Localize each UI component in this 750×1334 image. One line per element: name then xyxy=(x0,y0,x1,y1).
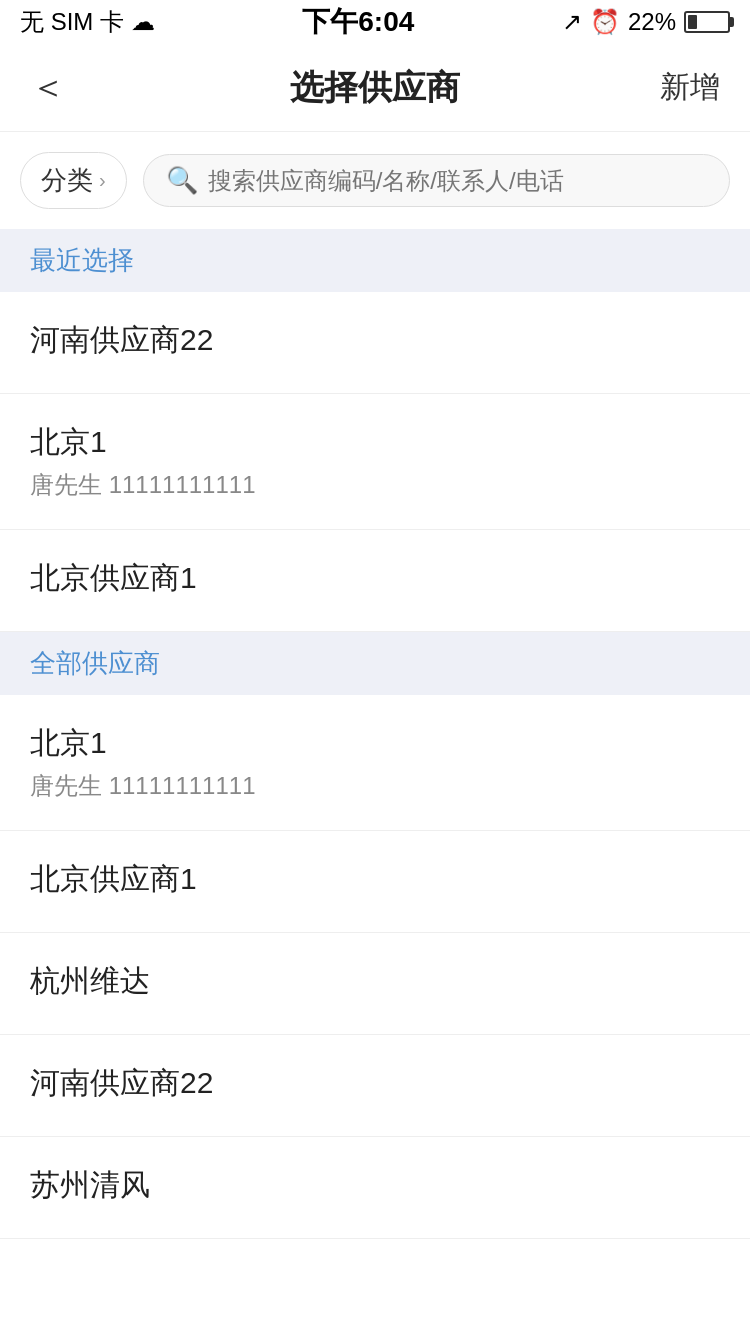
category-label: 分类 xyxy=(41,163,93,198)
supplier-name: 河南供应商22 xyxy=(30,1063,720,1104)
supplier-list: 最近选择河南供应商22 北京1 唐先生 11111111111 北京供应商1 全部供应商… xyxy=(0,229,750,1239)
supplier-name: 北京1 xyxy=(30,422,720,463)
list-item[interactable]: 河南供应商22 xyxy=(0,1035,750,1137)
list-item[interactable]: 北京供应商1 xyxy=(0,831,750,933)
status-time: 下午6:04 xyxy=(302,3,414,41)
list-item[interactable]: 杭州维达 xyxy=(0,933,750,1035)
sim-status: 无 SIM 卡 ☁ xyxy=(20,6,155,38)
chevron-icon: › xyxy=(99,169,106,192)
list-item[interactable]: 北京1 唐先生 11111111111 xyxy=(0,394,750,530)
list-item[interactable]: 北京1 唐先生 11111111111 xyxy=(0,695,750,831)
location-icon: ↗ xyxy=(562,8,582,36)
supplier-name: 杭州维达 xyxy=(30,961,720,1002)
list-item[interactable]: 北京供应商1 xyxy=(0,530,750,632)
supplier-name: 北京供应商1 xyxy=(30,558,720,599)
search-box[interactable]: 🔍 xyxy=(143,154,730,207)
status-bar: 无 SIM 卡 ☁ 下午6:04 ↗ ⏰ 22% xyxy=(0,0,750,44)
nav-bar: ＜ 选择供应商 新增 xyxy=(0,44,750,132)
supplier-name: 河南供应商22 xyxy=(30,320,720,361)
page-title: 选择供应商 xyxy=(290,65,460,111)
status-left: 无 SIM 卡 ☁ xyxy=(20,6,155,38)
section-header-all: 全部供应商 xyxy=(0,632,750,695)
back-button[interactable]: ＜ xyxy=(30,63,90,112)
supplier-name: 北京1 xyxy=(30,723,720,764)
status-right: ↗ ⏰ 22% xyxy=(562,8,730,36)
search-icon: 🔍 xyxy=(166,165,198,196)
battery-percent: 22% xyxy=(628,8,676,36)
supplier-name: 苏州清风 xyxy=(30,1165,720,1206)
supplier-contact: 唐先生 11111111111 xyxy=(30,469,720,501)
list-item[interactable]: 河南供应商22 xyxy=(0,292,750,394)
supplier-contact: 唐先生 11111111111 xyxy=(30,770,720,802)
alarm-icon: ⏰ xyxy=(590,8,620,36)
search-input[interactable] xyxy=(208,167,707,195)
list-item[interactable]: 苏州清风 xyxy=(0,1137,750,1239)
category-filter[interactable]: 分类 › xyxy=(20,152,127,209)
battery-icon xyxy=(684,11,730,33)
add-button[interactable]: 新增 xyxy=(660,67,720,108)
filter-bar: 分类 › 🔍 xyxy=(0,132,750,229)
supplier-name: 北京供应商1 xyxy=(30,859,720,900)
section-header-recent: 最近选择 xyxy=(0,229,750,292)
